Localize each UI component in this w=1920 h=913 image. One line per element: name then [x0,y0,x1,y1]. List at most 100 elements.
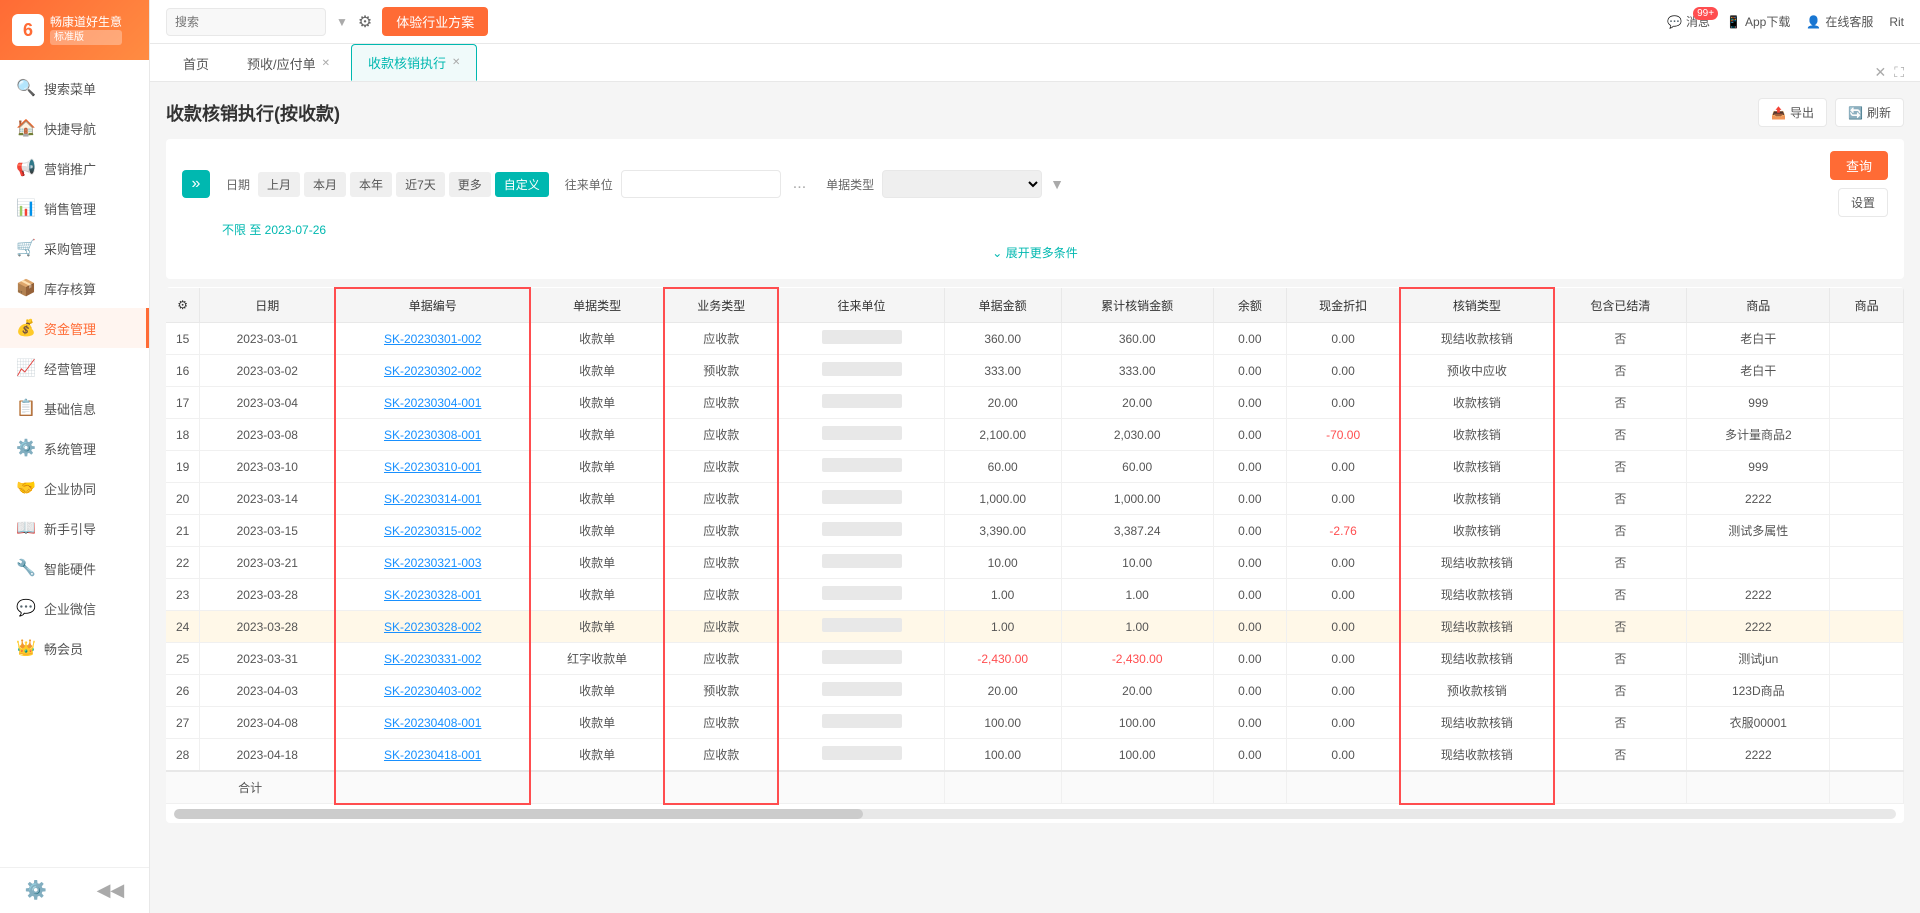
collapse-icon[interactable]: ◀◀ [97,880,125,901]
cell-goods1: 999 [1687,451,1830,483]
sidebar-item-3[interactable]: 📊销售管理 [0,188,149,228]
bill-no-link[interactable]: SK-20230301-002 [384,332,481,346]
sidebar-item-7[interactable]: 📈经营管理 [0,348,149,388]
bill-no-link[interactable]: SK-20230321-003 [384,556,481,570]
page-actions: 📤 导出 🔄 刷新 [1758,98,1904,127]
bill-no-link[interactable]: SK-20230302-002 [384,364,481,378]
cell-goods1: 老白干 [1687,323,1830,355]
sidebar-item-2[interactable]: 📢营销推广 [0,148,149,188]
th-accum: 累计核销金额 [1061,288,1213,323]
cell-date: 2023-03-15 [200,515,335,547]
expand-icon: ⌄ [992,246,1002,260]
sidebar-item-13[interactable]: 💬企业微信 [0,588,149,628]
tab-2[interactable]: 收款核销执行✕ [351,44,477,81]
cell-include: 否 [1554,419,1687,451]
expand-tab-icon[interactable]: ⛶ [1894,64,1904,81]
bill-no-link[interactable]: SK-20230308-001 [384,428,481,442]
industry-solution-button[interactable]: 体验行业方案 [382,7,488,36]
date-this-year[interactable]: 本年 [350,172,392,197]
table-row: 24 2023-03-28 SK-20230328-002 收款单 应收款 1.… [166,611,1904,643]
date-7-days[interactable]: 近7天 [396,172,445,197]
cell-accum: 3,387.24 [1061,515,1213,547]
online-service-button[interactable]: 👤 在线客服 [1806,13,1873,30]
app-download-button[interactable]: 📱 App下载 [1726,13,1790,30]
filter-toggle-button[interactable]: » [182,170,210,198]
cell-date: 2023-03-21 [200,547,335,579]
cell-date: 2023-03-31 [200,643,335,675]
date-custom[interactable]: 自定义 [495,172,549,197]
export-button[interactable]: 📤 导出 [1758,98,1827,127]
bill-no-link[interactable]: SK-20230310-001 [384,460,481,474]
cell-partner [778,451,944,483]
sidebar-item-14[interactable]: 👑畅会员 [0,628,149,668]
bill-no-link[interactable]: SK-20230418-001 [384,748,481,762]
tab-1[interactable]: 预收/应付单✕ [230,45,347,81]
topbar-chevron-icon[interactable]: ▼ [336,15,348,29]
cell-partner [778,419,944,451]
sidebar-item-12[interactable]: 🔧智能硬件 [0,548,149,588]
bill-no-link[interactable]: SK-20230408-001 [384,716,481,730]
bill-no-link[interactable]: SK-20230331-002 [384,652,481,666]
sidebar-label-12: 智能硬件 [44,559,96,578]
cell-bill-no: SK-20230331-002 [335,643,530,675]
bill-no-link[interactable]: SK-20230314-001 [384,492,481,506]
messages-button[interactable]: 💬 消息 99+ [1667,13,1710,30]
date-last-month[interactable]: 上月 [258,172,300,197]
cell-goods2 [1830,675,1904,707]
tab-close-1[interactable]: ✕ [322,58,330,69]
cell-goods1: 衣服00001 [1687,707,1830,739]
expand-more-button[interactable]: ⌄ 展开更多条件 [992,246,1077,260]
bill-no-link[interactable]: SK-20230328-002 [384,620,481,634]
th-amount: 单据金额 [944,288,1061,323]
bill-no-link[interactable]: SK-20230304-001 [384,396,481,410]
cell-biz-type: 应收款 [664,387,778,419]
bill-no-link[interactable]: SK-20230403-002 [384,684,481,698]
cell-goods1: 123D商品 [1687,675,1830,707]
filter-settings-button[interactable]: 设置 [1838,188,1888,217]
table-scrollbar[interactable] [174,809,863,819]
sidebar-item-9[interactable]: ⚙️系统管理 [0,428,149,468]
close-tab-icon[interactable]: ✕ [1874,64,1886,81]
sidebar-item-1[interactable]: 🏠快捷导航 [0,108,149,148]
cell-bill-type: 收款单 [530,451,664,483]
filter-more-icon[interactable]: ... [793,175,806,193]
sidebar-label-4: 采购管理 [44,239,96,258]
cell-bill-type: 收款单 [530,675,664,707]
tab-close-2[interactable]: ✕ [452,57,460,68]
cell-biz-type: 应收款 [664,515,778,547]
bill-no-link[interactable]: SK-20230315-002 [384,524,481,538]
cell-partner [778,547,944,579]
tab-0[interactable]: 首页 [166,45,226,81]
topbar-gear-icon[interactable]: ⚙ [358,12,372,32]
sidebar-label-5: 库存核算 [44,279,96,298]
page: 收款核销执行(按收款) 📤 导出 🔄 刷新 » 日期 上月 [150,82,1920,913]
cell-verify-type: 收款核销 [1400,451,1554,483]
cell-discount: 0.00 [1287,387,1401,419]
bill-no-link[interactable]: SK-20230328-001 [384,588,481,602]
cell-balance: 0.00 [1213,675,1287,707]
sidebar-item-11[interactable]: 📖新手引导 [0,508,149,548]
partner-filter-input[interactable] [621,170,781,198]
sidebar-label-14: 畅会员 [44,639,83,658]
sidebar-item-10[interactable]: 🤝企业协同 [0,468,149,508]
topbar: ▼ ⚙ 体验行业方案 💬 消息 99+ 📱 App下载 👤 在线客服 Rit [150,0,1920,44]
refresh-button[interactable]: 🔄 刷新 [1835,98,1904,127]
settings-icon[interactable]: ⚙️ [25,880,47,901]
filter-bar: » 日期 上月 本月 本年 近7天 更多 自定义 往来单位 ... [166,139,1904,279]
date-more[interactable]: 更多 [449,172,491,197]
sidebar-item-5[interactable]: 📦库存核算 [0,268,149,308]
th-goods1: 商品 [1687,288,1830,323]
sidebar-item-6[interactable]: 💰资金管理 [0,308,149,348]
th-verify-type: 核销类型 [1400,288,1554,323]
query-button[interactable]: 查询 [1830,151,1888,180]
table-row: 17 2023-03-04 SK-20230304-001 收款单 应收款 20… [166,387,1904,419]
topbar-search-input[interactable] [166,8,326,36]
date-this-month[interactable]: 本月 [304,172,346,197]
bill-type-select[interactable] [882,170,1042,198]
sidebar-item-0[interactable]: 🔍搜索菜单 [0,68,149,108]
sidebar-item-8[interactable]: 📋基础信息 [0,388,149,428]
cell-balance: 0.00 [1213,739,1287,772]
table-row: 20 2023-03-14 SK-20230314-001 收款单 应收款 1,… [166,483,1904,515]
sidebar-label-8: 基础信息 [44,399,96,418]
sidebar-item-4[interactable]: 🛒采购管理 [0,228,149,268]
